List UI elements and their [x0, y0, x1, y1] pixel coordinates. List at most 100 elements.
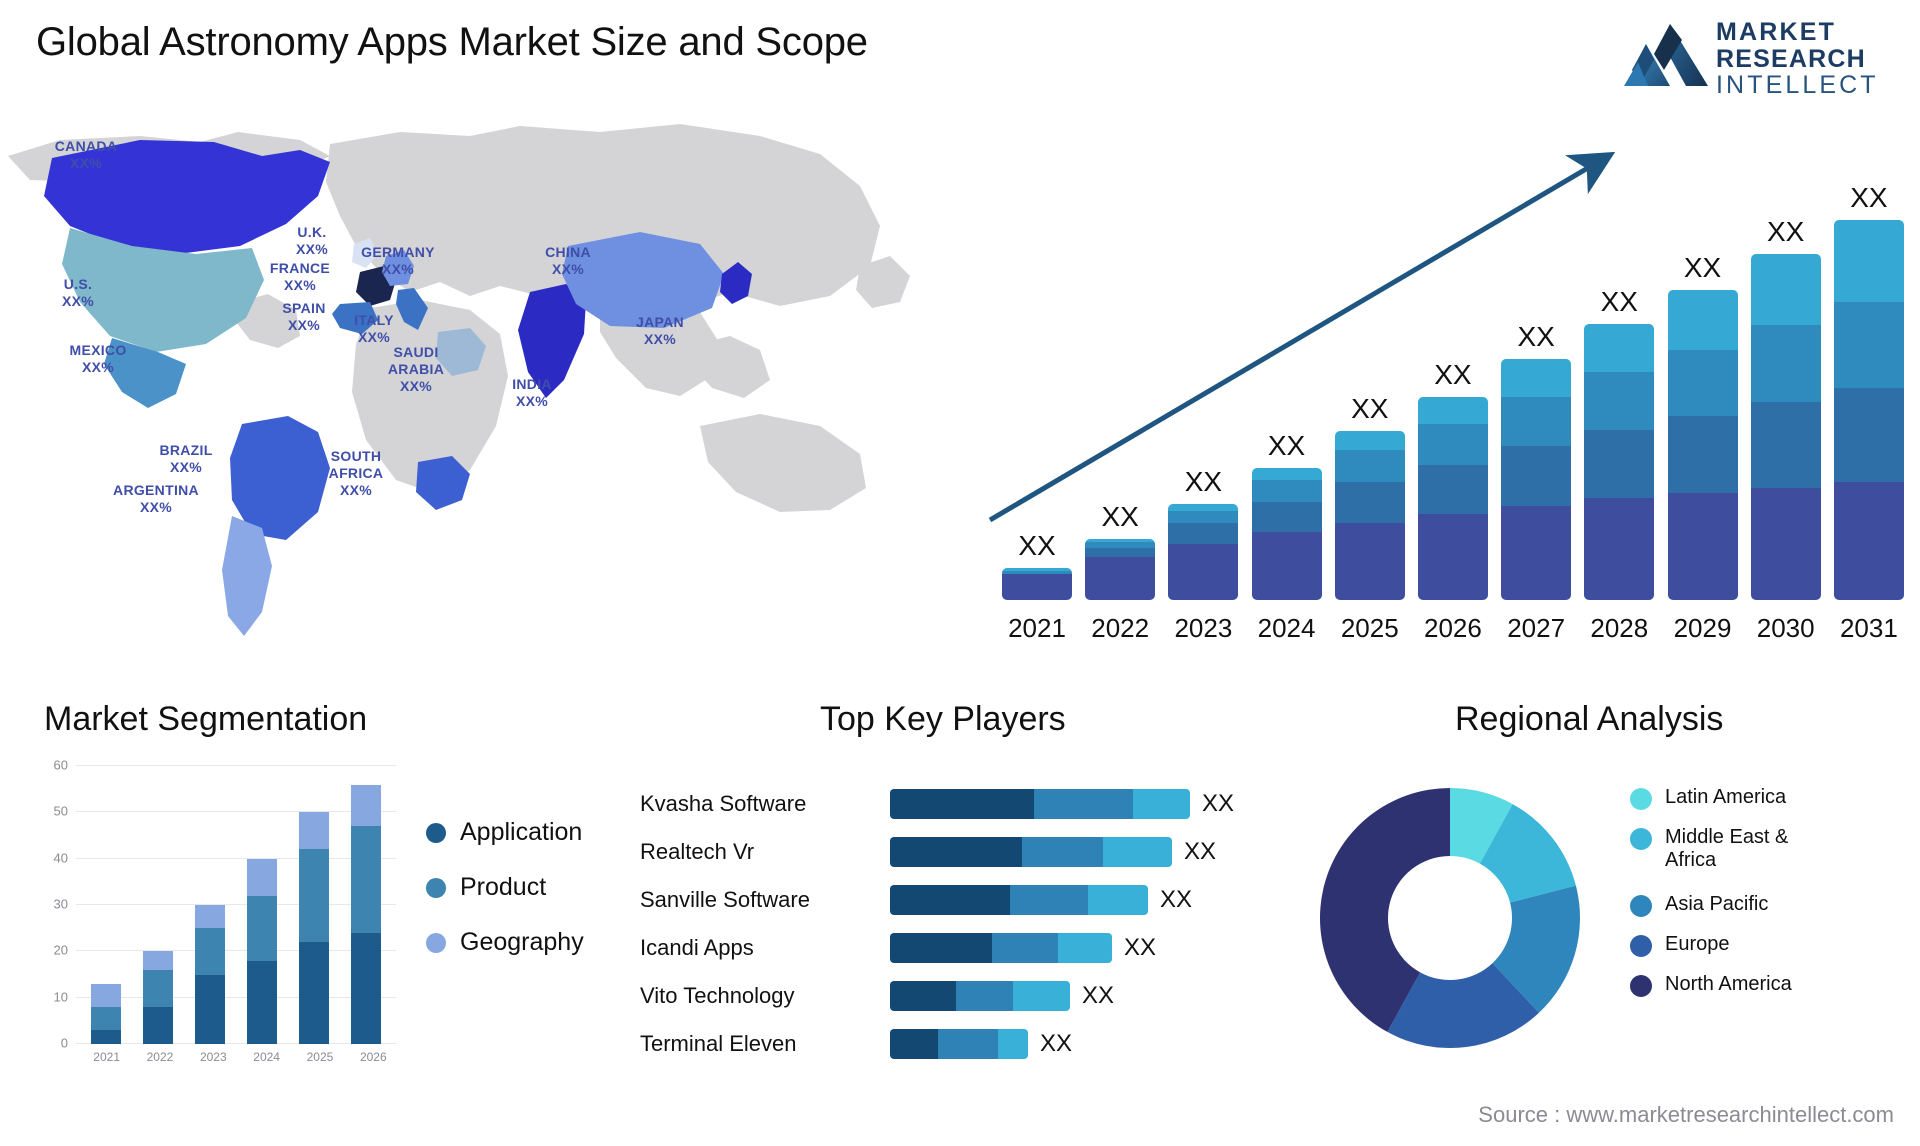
- segmentation-bar: [247, 766, 277, 1044]
- segmentation-x-label: 2022: [146, 1050, 174, 1064]
- player-bar: [890, 837, 1172, 867]
- growth-bar-value-label: XX: [1434, 358, 1472, 390]
- segmentation-legend-item: Application: [426, 818, 584, 847]
- growth-year-label: 2028: [1590, 612, 1649, 643]
- growth-bar-segment: [1584, 323, 1655, 373]
- segmentation-bar: [195, 766, 225, 1044]
- player-bar-segment: [956, 981, 1013, 1011]
- mountain-m-logo-icon: [1624, 24, 1708, 86]
- growth-year-label: 2027: [1507, 612, 1566, 643]
- infographic-root: Global Astronomy Apps Market Size and Sc…: [0, 0, 1920, 1146]
- growth-bar-segment: [1833, 220, 1904, 303]
- regional-legend-label: Europe: [1665, 932, 1730, 955]
- segmentation-x-label: 2021: [93, 1050, 120, 1064]
- world-map-svg: [8, 124, 910, 636]
- growth-bar-segment: [1501, 396, 1572, 446]
- segmentation-bar-segment: [143, 951, 173, 970]
- growth-bar-value-label: XX: [1101, 501, 1139, 532]
- map-label-japan: JAPAN xx%: [636, 314, 684, 348]
- logo-line-research: RESEARCH: [1716, 45, 1866, 73]
- growth-bar-column: XX: [1501, 321, 1572, 600]
- growth-bar-segment: [1750, 487, 1821, 600]
- player-value-label: XX: [1202, 790, 1235, 817]
- segmentation-y-tick: 20: [53, 942, 68, 958]
- segmentation-bar-segment: [143, 969, 173, 1007]
- segmentation-bar-segment: [299, 812, 329, 850]
- player-row: Terminal Eleven XX: [640, 1020, 1320, 1068]
- segmentation-y-tick: 0: [60, 1035, 68, 1051]
- player-value-label: XX: [1082, 982, 1115, 1009]
- growth-bar-segment: [1417, 396, 1488, 425]
- logo-line-intellect: INTELLECT: [1716, 71, 1879, 99]
- growth-year-label: 2029: [1673, 612, 1732, 643]
- segmentation-bar: [143, 766, 173, 1044]
- player-bar: [890, 933, 1112, 963]
- map-country-name: U.S.: [63, 276, 93, 292]
- player-bar-segment: [890, 1029, 938, 1059]
- growth-bars-group: XX XX XX XX XX XX XX XX XX XX XX: [1002, 182, 1904, 600]
- map-country-value: xx%: [339, 482, 373, 499]
- map-label-u-s: U.S. xx%: [62, 276, 94, 310]
- segmentation-legend-item: Product: [426, 873, 584, 902]
- player-bar-segment: [938, 1029, 998, 1059]
- map-country-value: xx%: [295, 241, 329, 258]
- segmentation-bar: [91, 766, 121, 1044]
- map-country-name: MEXICO: [69, 342, 127, 358]
- segmentation-bar-segment: [351, 784, 381, 827]
- segmentation-legend: Application Product Geography: [426, 818, 584, 983]
- map-label-argentina: ARGENTINA xx%: [113, 482, 199, 516]
- growth-bar-value-label: XX: [1600, 285, 1638, 317]
- player-bar-segment: [890, 933, 992, 963]
- player-name: Icandi Apps: [640, 935, 754, 960]
- page-title: Global Astronomy Apps Market Size and Sc…: [36, 20, 868, 64]
- player-bar: [890, 981, 1070, 1011]
- map-country-name: ITALY: [354, 312, 394, 328]
- map-country-value: xx%: [81, 359, 115, 376]
- logo-wordmark: MARKET RESEARCH INTELLECT: [1716, 20, 1896, 98]
- regional-legend-label: Middle East & Africa: [1665, 826, 1789, 872]
- legend-color-dot: [1630, 788, 1652, 810]
- map-country-value: xx%: [643, 331, 677, 348]
- segmentation-bar-segment: [247, 895, 277, 961]
- growth-bar-segment: [1501, 505, 1572, 600]
- player-row: Vito Technology XX: [640, 972, 1320, 1020]
- segmentation-bar-segment: [299, 942, 329, 1044]
- segmentation-y-tick: 30: [53, 896, 68, 912]
- growth-bar-column: XX: [1833, 182, 1904, 600]
- player-bar-segment: [1058, 933, 1112, 963]
- map-country-value: xx%: [381, 261, 415, 278]
- regional-legend-item: Europe: [1630, 933, 1835, 957]
- segmentation-legend-item: Geography: [426, 928, 584, 957]
- growth-bar-segment: [1667, 415, 1738, 493]
- segmentation-x-axis: 2021 2022 2023 2024 2025 2026: [80, 1050, 400, 1064]
- player-bar: [890, 789, 1190, 819]
- segmentation-legend-label: Geography: [460, 928, 584, 956]
- growth-bar-segment: [1085, 557, 1156, 600]
- growth-bar-segment: [1584, 429, 1655, 499]
- growth-bar-segment: [1334, 450, 1405, 483]
- growth-year-label: 2030: [1756, 612, 1815, 643]
- player-row: Realtech Vr XX: [640, 828, 1320, 876]
- player-name: Terminal Eleven: [640, 1031, 797, 1056]
- map-country-name: SAUDI ARABIA: [387, 344, 445, 378]
- growth-bar-segment: [1584, 372, 1655, 430]
- map-label-canada: CANADA xx%: [55, 138, 117, 172]
- regional-legend-item: Latin America: [1630, 786, 1835, 810]
- legend-color-dot: [1630, 828, 1652, 850]
- regional-legend: Latin America Middle East & Africa Asia Pa…: [1630, 786, 1835, 1013]
- segmentation-legend-label: Product: [460, 873, 547, 901]
- player-value-label: XX: [1160, 886, 1193, 913]
- growth-bar: [1002, 567, 1072, 600]
- player-bar-segment: [1022, 837, 1103, 867]
- legend-color-dot: [1630, 934, 1652, 957]
- segmentation-bar-segment: [195, 928, 225, 975]
- market-segmentation-title: Market Segmentation: [44, 700, 368, 738]
- growth-year-label: 2021: [1008, 612, 1066, 643]
- player-value-label: XX: [1184, 838, 1217, 865]
- growth-year-axis: 2021 2022 2023 2024 2025 2026 2027 2028 2029 2030…: [1002, 608, 1904, 648]
- growth-bar: [1085, 539, 1156, 600]
- map-country-name: FRANCE: [269, 260, 331, 276]
- segmentation-x-label: 2023: [199, 1050, 227, 1064]
- map-country-name: CANADA: [54, 138, 118, 154]
- player-value-label: XX: [1040, 1030, 1073, 1057]
